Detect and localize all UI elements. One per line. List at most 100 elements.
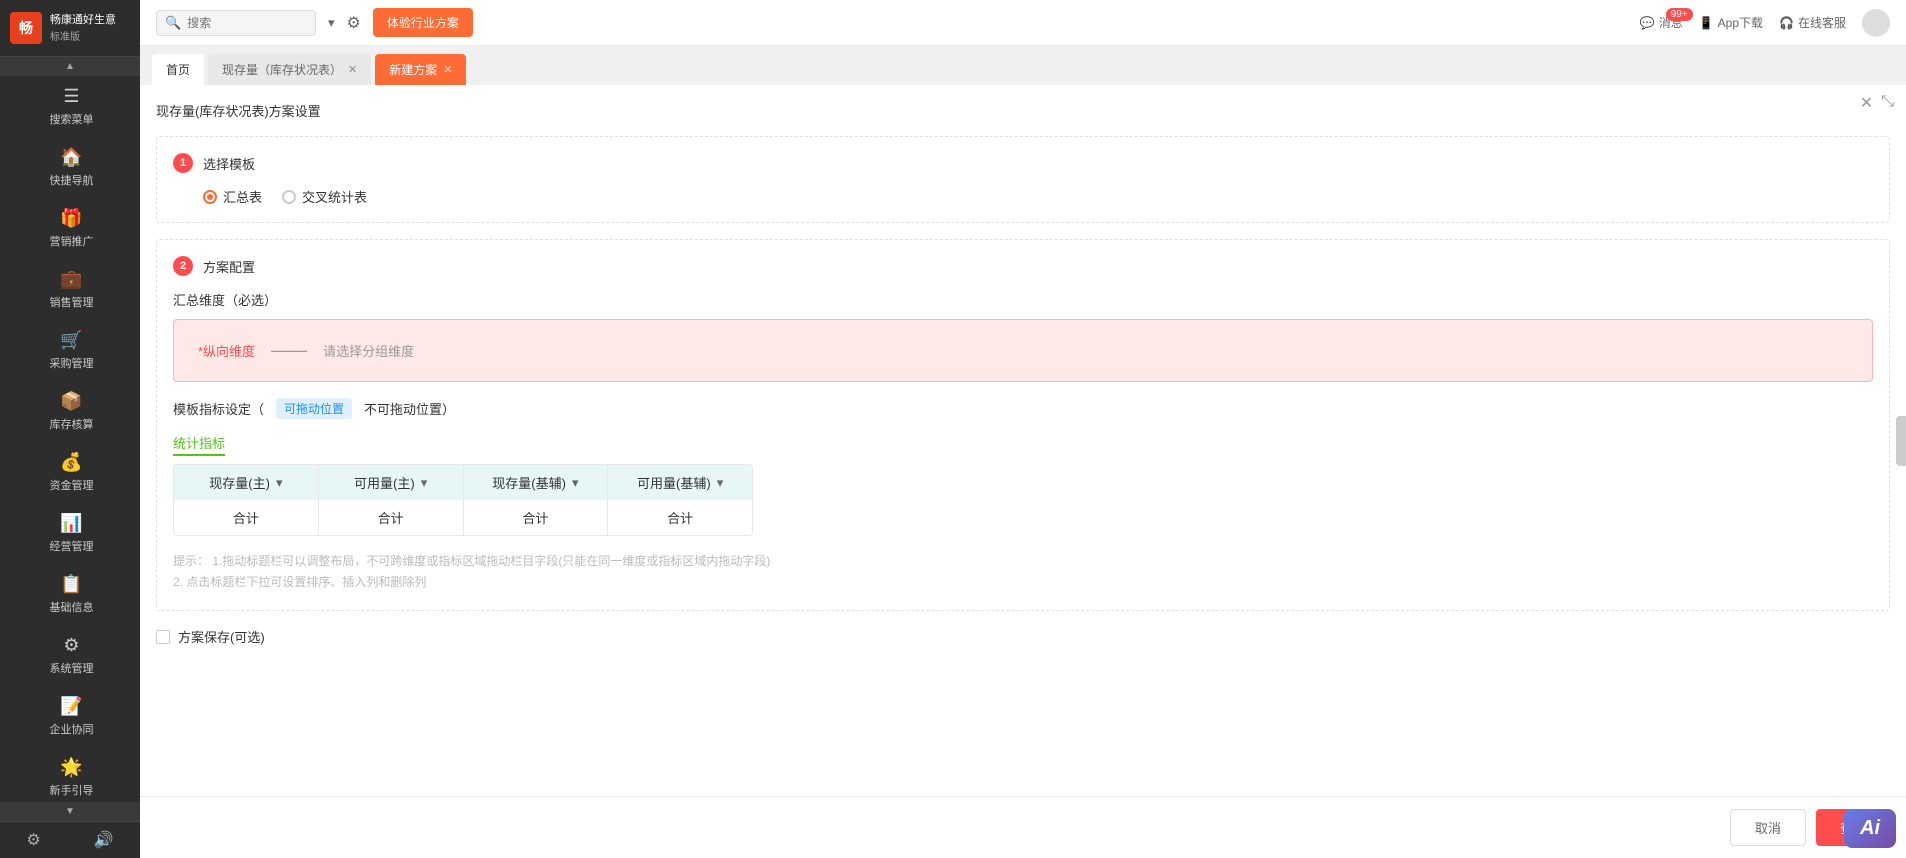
finance-icon: 💰	[60, 452, 82, 473]
purchase-icon: 🛒	[60, 330, 82, 351]
sidebar: 畅 畅康通好生意 标准版 ▲ ☰ 搜索菜单 🏠 快捷导航 🎁 营销推广 💼 销售…	[0, 0, 140, 858]
app-edition: 标准版	[50, 28, 116, 43]
industry-plan-button[interactable]: 体验行业方案	[373, 8, 473, 37]
stats-col-header-2: 现存量(基辅) ▾	[464, 465, 609, 500]
side-scroll-handle[interactable]	[1896, 416, 1906, 466]
stats-col-name-0: 现存量(主)	[209, 473, 270, 492]
topbar-right: 💬 消息 99+ 📱 App下载 🎧 在线客服	[1640, 9, 1890, 37]
tabbar: 首页 现存量（库存状况表） ✕ 新建方案 ✕	[140, 46, 1906, 85]
template-settings-label: 模板指标设定（	[173, 399, 264, 418]
stats-col-dropdown-2[interactable]: ▾	[572, 475, 579, 491]
stats-col-dropdown-3[interactable]: ▾	[717, 475, 724, 491]
guide-icon: 🌟	[60, 757, 82, 778]
sidebar-item-label-search: 搜索菜单	[50, 111, 94, 127]
ai-badge[interactable]: Ai	[1844, 809, 1896, 848]
sidebar-logo: 畅 畅康通好生意 标准版	[0, 0, 140, 57]
sidebar-item-purchase[interactable]: 🛒 采购管理	[0, 320, 140, 381]
sidebar-item-system[interactable]: ⚙ 系统管理	[0, 625, 140, 686]
save-option-checkbox[interactable]	[156, 630, 170, 644]
cancel-button[interactable]: 取消	[1730, 809, 1806, 846]
sidebar-item-basic-info[interactable]: 📋 基础信息	[0, 564, 140, 625]
app-download-icon: 📱	[1699, 16, 1714, 30]
tab-inventory-status[interactable]: 现存量（库存状况表） ✕	[208, 54, 371, 85]
sidebar-item-contracts[interactable]: 📝 企业协同	[0, 686, 140, 747]
radio-cross[interactable]: 交叉统计表	[282, 187, 367, 206]
draggable-tag: 可拖动位置	[276, 398, 352, 419]
sales-icon: 💼	[60, 269, 82, 290]
save-option-row: 方案保存(可选)	[156, 627, 1890, 646]
sidebar-scroll-up[interactable]: ▲	[0, 57, 140, 76]
dimension-box[interactable]: *纵向维度 —— 请选择分组维度	[173, 319, 1873, 382]
topbar-dropdown[interactable]: ▾	[328, 15, 335, 31]
sidebar-item-label-purchase: 采购管理	[50, 355, 94, 371]
radio-summary[interactable]: 汇总表	[203, 187, 262, 206]
tab-inventory-status-label: 现存量（库存状况表）	[222, 61, 342, 78]
online-service-label: 在线客服	[1798, 14, 1846, 31]
stats-col-dropdown-0[interactable]: ▾	[276, 475, 283, 491]
stats-col-header-0: 现存量(主) ▾	[174, 465, 319, 500]
template-settings-row: 模板指标设定（ 可拖动位置 不可拖动位置）	[173, 398, 1873, 419]
section2-title: 方案配置	[203, 257, 255, 276]
stats-col-body-3: 合计	[608, 500, 752, 535]
sidebar-item-label-basic-info: 基础信息	[50, 599, 94, 615]
radio-summary-label: 汇总表	[223, 187, 262, 206]
sidebar-item-operations[interactable]: 📊 经营管理	[0, 503, 140, 564]
expand-window-icon[interactable]: ⤡	[1881, 93, 1894, 113]
volume-footer-btn[interactable]: 🔊	[94, 830, 114, 850]
main-area: 🔍 ▾ ⚙ 体验行业方案 💬 消息 99+ 📱 App下载 🎧 在线客服	[140, 0, 1906, 858]
sidebar-item-quick-nav[interactable]: 🏠 快捷导航	[0, 137, 140, 198]
non-draggable-tag: 不可拖动位置）	[364, 399, 455, 418]
tab-new-plan[interactable]: 新建方案 ✕	[375, 54, 466, 85]
save-option-label: 方案保存(可选)	[178, 627, 265, 646]
template-radio-group: 汇总表 交叉统计表	[203, 187, 1873, 206]
sidebar-item-search[interactable]: ☰ 搜索菜单	[0, 76, 140, 137]
sidebar-item-label-contracts: 企业协同	[50, 721, 94, 737]
topbar-left: 🔍 ▾ ⚙ 体验行业方案	[156, 8, 473, 37]
sidebar-item-guide[interactable]: 🌟 新手引导	[0, 747, 140, 802]
online-service-item[interactable]: 🎧 在线客服	[1779, 14, 1846, 31]
tab-new-plan-label: 新建方案	[389, 61, 437, 78]
messages-badge-item[interactable]: 💬 消息 99+	[1640, 14, 1683, 31]
sidebar-item-label-guide: 新手引导	[50, 782, 94, 798]
sidebar-scroll-down[interactable]: ▼	[0, 802, 140, 821]
window-controls: ✕ ⤡	[1860, 93, 1894, 113]
dimension-required-label: 汇总维度（必选）	[173, 290, 1873, 309]
sidebar-item-marketing[interactable]: 🎁 营销推广	[0, 198, 140, 259]
stats-table-body: 合计 合计 合计 合计	[174, 500, 752, 535]
search-menu-icon: ☰	[63, 86, 79, 107]
stats-col-header-1: 可用量(主) ▾	[319, 465, 464, 500]
sidebar-footer: ⚙ 🔊	[0, 821, 140, 858]
section-template-select: 1 选择模板 汇总表 交叉统计表	[156, 136, 1890, 223]
tab-new-plan-close-icon[interactable]: ✕	[443, 63, 452, 76]
close-window-icon[interactable]: ✕	[1860, 93, 1873, 113]
message-icon: 💬	[1640, 16, 1655, 30]
user-avatar[interactable]	[1862, 9, 1890, 37]
app-name: 畅康通好生意	[50, 13, 116, 28]
stats-col-body-1: 合计	[319, 500, 464, 535]
sidebar-item-label-sales: 销售管理	[50, 294, 94, 310]
sidebar-item-finance[interactable]: 💰 资金管理	[0, 442, 140, 503]
settings-footer-btn[interactable]: ⚙	[26, 830, 40, 850]
topbar-gear-icon[interactable]: ⚙	[347, 13, 361, 33]
section1-title: 选择模板	[203, 154, 255, 173]
stats-col-dropdown-1[interactable]: ▾	[421, 475, 428, 491]
headset-icon: 🎧	[1779, 16, 1794, 30]
tips-section: 提示： 1.拖动标题栏可以调整布局，不可跨维度或指标区域拖动栏目字段(只能在同一…	[173, 552, 1873, 590]
search-icon: 🔍	[165, 15, 181, 31]
sidebar-item-sales[interactable]: 💼 销售管理	[0, 259, 140, 320]
basic-info-icon: 📋	[60, 574, 82, 595]
sidebar-item-inventory[interactable]: 📦 库存核算	[0, 381, 140, 442]
radio-cross-dot	[282, 190, 296, 204]
stats-col-name-1: 可用量(主)	[354, 473, 415, 492]
section-plan-config: 2 方案配置 汇总维度（必选） *纵向维度 —— 请选择分组维度 模板指标设定（…	[156, 239, 1890, 611]
search-box[interactable]: 🔍	[156, 10, 316, 36]
content-area: ✕ ⤡ 现存量(库存状况表)方案设置 1 选择模板 汇总表 交叉统计表	[140, 85, 1906, 796]
topbar: 🔍 ▾ ⚙ 体验行业方案 💬 消息 99+ 📱 App下载 🎧 在线客服	[140, 0, 1906, 46]
operations-icon: 📊	[60, 513, 82, 534]
tab-home-label: 首页	[166, 61, 190, 78]
tab-home[interactable]: 首页	[152, 54, 204, 85]
search-input[interactable]	[187, 16, 307, 30]
tab-inventory-close-icon[interactable]: ✕	[348, 63, 357, 76]
sidebar-item-label-system: 系统管理	[50, 660, 94, 676]
app-download-item[interactable]: 📱 App下载	[1699, 14, 1763, 31]
